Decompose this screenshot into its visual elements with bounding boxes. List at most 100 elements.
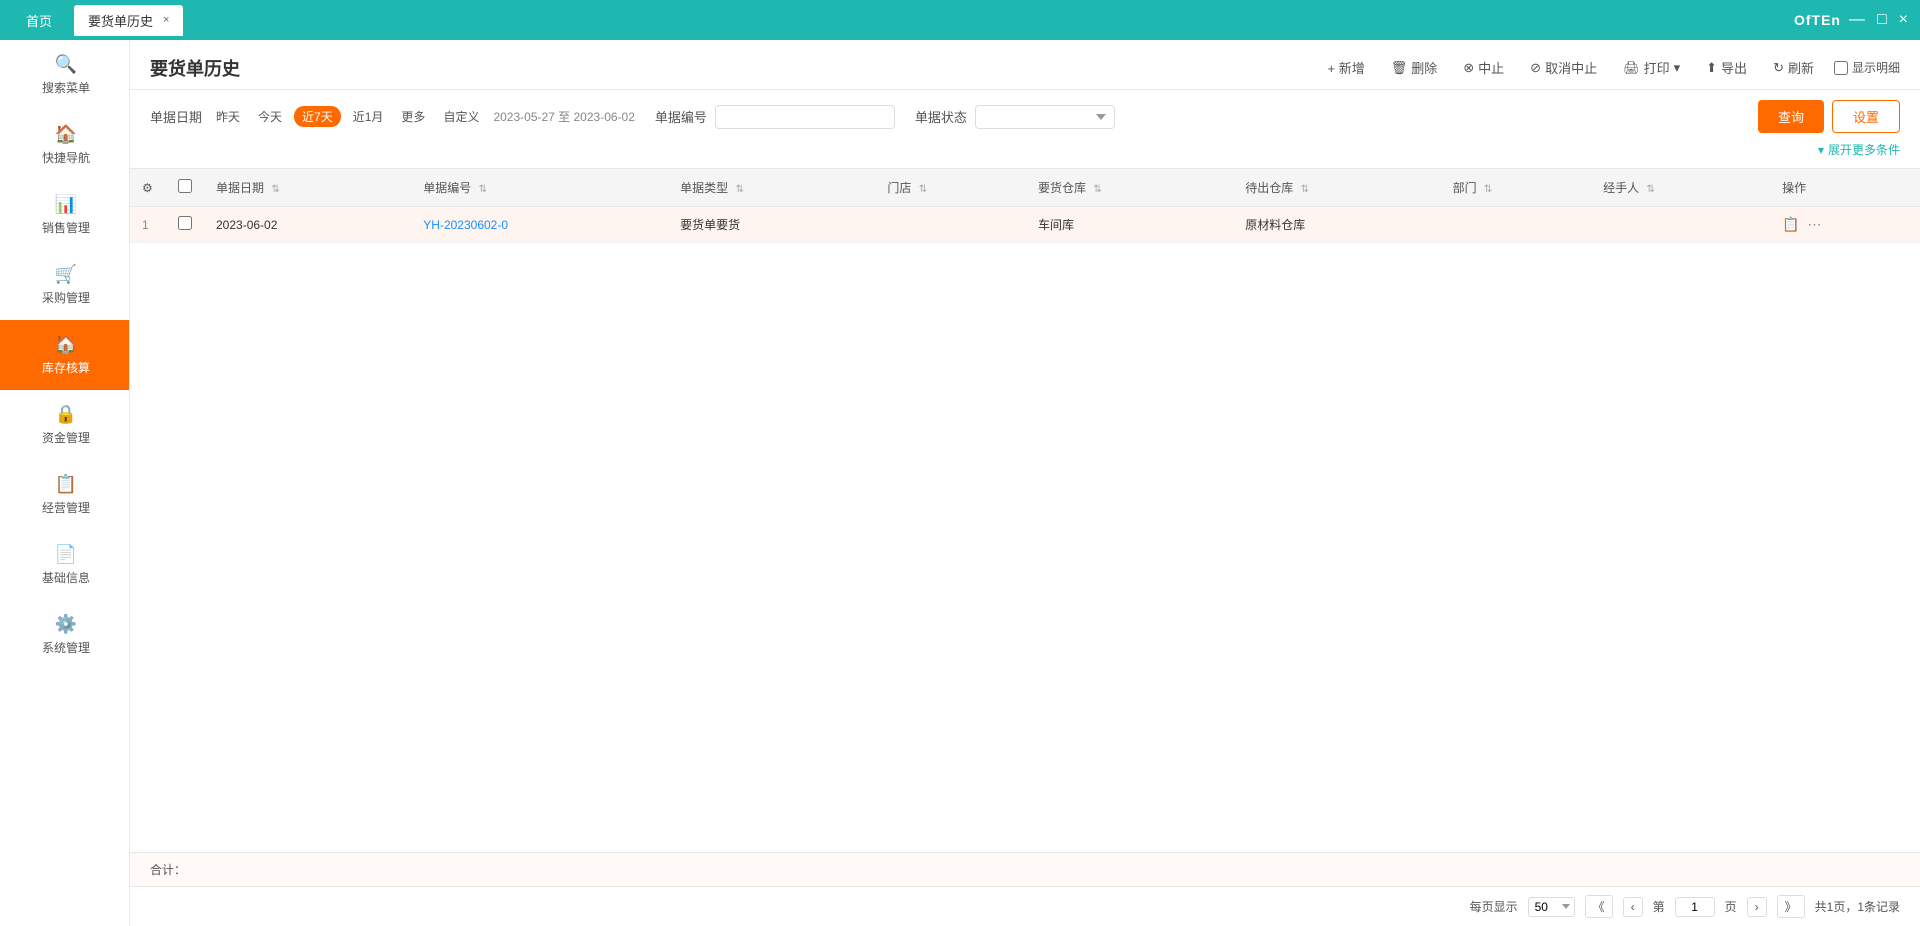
tab-active-label: 要货单历史: [88, 11, 153, 30]
page-title: 要货单历史: [150, 55, 240, 81]
system-icon: ⚙️: [55, 614, 77, 635]
page-suffix: 页: [1725, 898, 1737, 915]
bill-no-input[interactable]: [715, 105, 895, 129]
delete-button[interactable]: 🗑 删除: [1385, 54, 1444, 81]
table-row: 1 2023-06-02 YH-20230602-0 要货单要货 车间库 原材料…: [130, 207, 1920, 243]
sort-bill-type-icon: ⇅: [735, 184, 743, 195]
close-icon[interactable]: ×: [1899, 11, 1908, 29]
expand-icon: ▾: [1818, 143, 1824, 157]
print-button[interactable]: 🖨 打印 ▾: [1617, 54, 1686, 81]
th-bill-type: 单据类型 ⇅: [668, 169, 875, 207]
sidebar-item-purchase[interactable]: 🛒 采购管理: [0, 250, 129, 320]
first-page-button[interactable]: 《: [1585, 895, 1613, 918]
sort-date-icon: ⇅: [271, 184, 279, 195]
shortcut-custom[interactable]: 自定义: [437, 106, 485, 127]
stop-icon: ⊗: [1463, 60, 1474, 76]
sort-handler-icon: ⇅: [1647, 184, 1655, 195]
select-all-checkbox[interactable]: [178, 179, 192, 193]
date-filter: 单据日期 昨天 今天 近7天 近1月 更多 自定义 2023-05-27 至 2…: [150, 106, 635, 127]
add-button[interactable]: + 新增: [1321, 54, 1370, 81]
row-bill-type: 要货单要货: [668, 207, 875, 243]
sidebar-search-label: 搜索菜单: [42, 79, 90, 96]
sort-req-wh-icon: ⇅: [1093, 184, 1101, 195]
row-date: 2023-06-02: [204, 207, 411, 243]
shortcut-1month[interactable]: 近1月: [347, 106, 390, 127]
show-detail-checkbox[interactable]: [1834, 61, 1848, 75]
th-handler: 经手人 ⇅: [1591, 169, 1770, 207]
tab-home[interactable]: 首页: [12, 5, 66, 36]
op-edit-icon[interactable]: 📋: [1782, 216, 1799, 233]
tab-close-icon[interactable]: ×: [163, 14, 169, 26]
stop-button[interactable]: ⊗ 中止: [1457, 54, 1510, 81]
table-body: 1 2023-06-02 YH-20230602-0 要货单要货 车间库 原材料…: [130, 207, 1920, 243]
content-area: 要货单历史 + 新增 🗑 删除 ⊗ 中止 ⊘ 取消中止 🖨 打印: [130, 40, 1920, 926]
shortcut-yesterday[interactable]: 昨天: [210, 106, 246, 127]
expand-label: 展开更多条件: [1828, 141, 1900, 158]
last-page-button[interactable]: 》: [1777, 895, 1805, 918]
per-page-label: 每页显示: [1470, 898, 1518, 915]
export-icon: ⬆: [1706, 60, 1717, 76]
search-menu-icon: 🔍: [55, 54, 77, 75]
shortcut-today[interactable]: 今天: [252, 106, 288, 127]
page-size-select[interactable]: 50 20 100: [1528, 897, 1575, 917]
page-number-input[interactable]: [1675, 897, 1715, 917]
sales-icon: 📊: [55, 194, 77, 215]
table-header-row: ⚙ 单据日期 ⇅ 单据编号 ⇅: [130, 169, 1920, 207]
cancel-stop-button[interactable]: ⊘ 取消中止: [1524, 54, 1603, 81]
filter-area: 单据日期 昨天 今天 近7天 近1月 更多 自定义 2023-05-27 至 2…: [130, 90, 1920, 169]
sidebar-finance-label: 资金管理: [42, 429, 90, 446]
inventory-icon: 🏠: [55, 334, 77, 355]
row-department: [1441, 207, 1592, 243]
maximize-icon[interactable]: □: [1877, 11, 1887, 29]
table-settings-icon[interactable]: ⚙: [142, 181, 153, 195]
prev-page-button[interactable]: ‹: [1623, 897, 1643, 917]
sidebar-basicinfo-label: 基础信息: [42, 569, 90, 586]
print-icon: 🖨: [1623, 60, 1640, 76]
next-page-button[interactable]: ›: [1747, 897, 1767, 917]
shortcut-7days[interactable]: 近7天: [294, 106, 341, 127]
sidebar-system-label: 系统管理: [42, 639, 90, 656]
sidebar-item-search[interactable]: 🔍 搜索菜单: [0, 40, 129, 110]
shortcut-more[interactable]: 更多: [395, 106, 431, 127]
sidebar-item-inventory[interactable]: 🏠 库存核算: [0, 320, 129, 390]
date-label: 单据日期: [150, 107, 202, 126]
sidebar-item-sales[interactable]: 📊 销售管理: [0, 180, 129, 250]
sidebar-item-system[interactable]: ⚙️ 系统管理: [0, 600, 129, 670]
sidebar-item-finance[interactable]: 🔒 资金管理: [0, 390, 129, 460]
expand-more-btn[interactable]: ▾ 展开更多条件: [1818, 141, 1900, 158]
minimize-icon[interactable]: —: [1849, 11, 1865, 29]
status-filter: 单据状态: [915, 105, 1115, 129]
operations-icon: 📋: [55, 474, 77, 495]
row-pending-warehouse: 原材料仓库: [1233, 207, 1440, 243]
brand-text: OfTEn: [1794, 12, 1841, 28]
query-button[interactable]: 查询: [1758, 100, 1824, 133]
status-select[interactable]: [975, 105, 1115, 129]
row-ops: 📋 ⋯: [1770, 207, 1920, 243]
ops-icons: 📋 ⋯: [1782, 216, 1908, 233]
status-label: 单据状态: [915, 107, 967, 126]
footer-total: 合计：: [130, 852, 1920, 886]
cancel-stop-icon: ⊘: [1530, 60, 1541, 76]
export-button[interactable]: ⬆ 导出: [1700, 54, 1753, 81]
sidebar-item-basic-info[interactable]: 📄 基础信息: [0, 530, 129, 600]
sort-dept-icon: ⇅: [1484, 184, 1492, 195]
op-more-icon[interactable]: ⋯: [1808, 216, 1822, 233]
sidebar-sales-label: 销售管理: [42, 219, 90, 236]
row-checkbox[interactable]: [178, 216, 192, 230]
data-table: ⚙ 单据日期 ⇅ 单据编号 ⇅: [130, 169, 1920, 243]
refresh-button[interactable]: ↻ 刷新: [1767, 54, 1820, 81]
row-num: 1: [130, 207, 166, 243]
row-bill-link[interactable]: YH-20230602-0: [423, 218, 508, 232]
bill-no-label: 单据编号: [655, 107, 707, 126]
toolbar: + 新增 🗑 删除 ⊗ 中止 ⊘ 取消中止 🖨 打印 ▾: [1321, 54, 1900, 81]
sidebar-item-quick-nav[interactable]: 🏠 快捷导航: [0, 110, 129, 180]
filter-expand-row: ▾ 展开更多条件: [150, 141, 1900, 158]
tab-active[interactable]: 要货单历史 ×: [74, 5, 183, 36]
th-store: 门店 ⇅: [875, 169, 1026, 207]
content-header: 要货单历史 + 新增 🗑 删除 ⊗ 中止 ⊘ 取消中止 🖨 打印: [130, 40, 1920, 90]
filter-settings-button[interactable]: 设置: [1832, 100, 1900, 133]
show-detail-toggle[interactable]: 显示明细: [1834, 59, 1900, 76]
sidebar-item-operations[interactable]: 📋 经营管理: [0, 460, 129, 530]
sort-pending-wh-icon: ⇅: [1301, 184, 1309, 195]
table-area: ⚙ 单据日期 ⇅ 单据编号 ⇅: [130, 169, 1920, 852]
